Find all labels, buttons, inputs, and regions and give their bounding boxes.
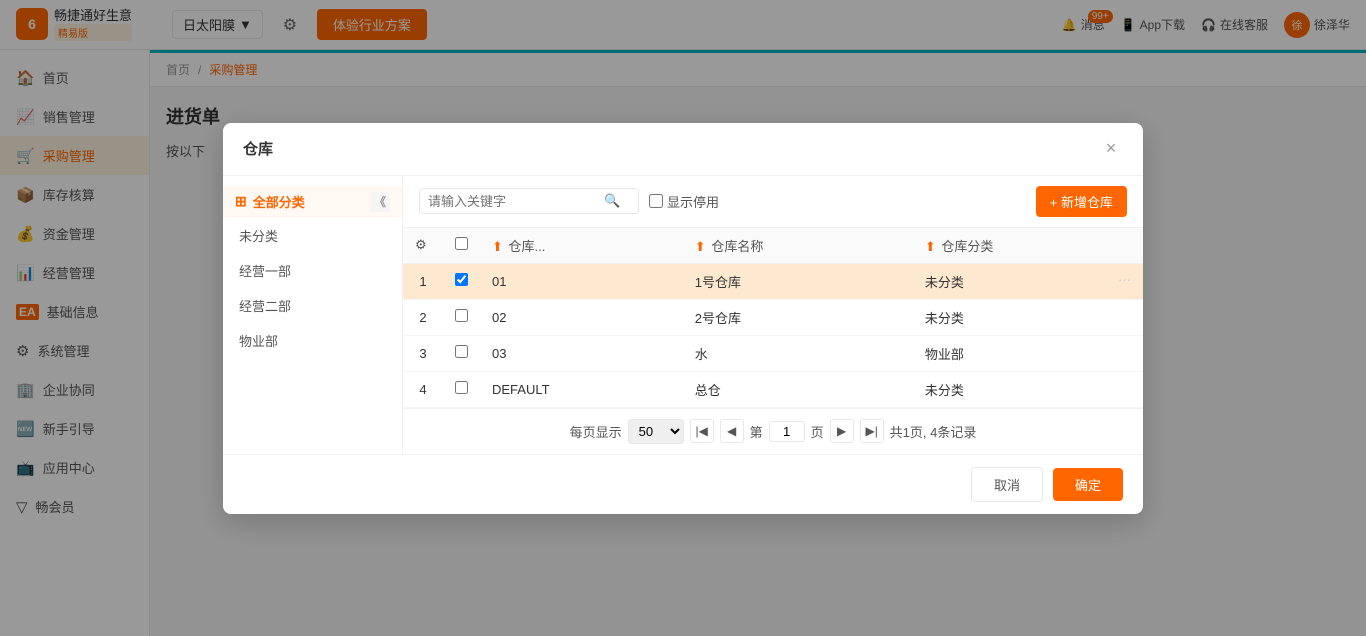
col-header-settings: ⚙ — [403, 228, 443, 264]
first-page-button[interactable]: |◀ — [690, 419, 714, 443]
search-box: 🔍 — [419, 188, 639, 214]
category-item-dept2[interactable]: 经营二部 — [223, 288, 402, 323]
row-category: 未分类 — [913, 371, 1143, 407]
sort-icon: ⬆ — [925, 239, 936, 254]
row-checkbox-cell — [443, 335, 480, 371]
show-disabled-checkbox[interactable] — [649, 194, 663, 208]
row-num: 2 — [403, 299, 443, 335]
add-warehouse-button[interactable]: + 新增仓库 — [1036, 186, 1127, 217]
page-number-input[interactable] — [769, 421, 805, 442]
warehouse-modal: 仓库 × ⊞ 全部分类 《 未分类 经营一部 经营二部 — [223, 123, 1143, 514]
prev-page-button[interactable]: ◀ — [720, 419, 744, 443]
row-code: 01 — [480, 263, 683, 299]
modal-title: 仓库 — [243, 138, 273, 159]
row-name: 2号仓库 — [683, 299, 913, 335]
row-category: 未分类 — [913, 299, 1143, 335]
sort-icon: ⬆ — [695, 239, 706, 254]
category-item-label: 物业部 — [239, 334, 278, 349]
row-name: 1号仓库 — [683, 263, 913, 299]
modal-content-area: 🔍 显示停用 + 新增仓库 ⚙ — [403, 176, 1143, 454]
row-num: 1 — [403, 263, 443, 299]
col-header-code: ⬆ 仓库... — [480, 228, 683, 264]
col-header-checkbox — [443, 228, 480, 264]
search-input[interactable] — [428, 194, 598, 209]
modal-body: ⊞ 全部分类 《 未分类 经营一部 经营二部 物业部 — [223, 176, 1143, 454]
category-all[interactable]: ⊞ 全部分类 《 — [223, 186, 402, 218]
category-item-property[interactable]: 物业部 — [223, 323, 402, 358]
row-checkbox-cell — [443, 371, 480, 407]
last-page-button[interactable]: ▶| — [860, 419, 884, 443]
category-item-label: 经营二部 — [239, 299, 291, 314]
row-checkbox[interactable] — [455, 381, 468, 394]
select-all-checkbox[interactable] — [455, 237, 468, 250]
row-checkbox[interactable] — [455, 273, 468, 286]
page-label-pre: 第 — [750, 422, 763, 441]
per-page-label: 每页显示 — [570, 422, 622, 441]
modal-header: 仓库 × — [223, 123, 1143, 176]
search-icon[interactable]: 🔍 — [604, 193, 620, 209]
modal-overlay: 仓库 × ⊞ 全部分类 《 未分类 经营一部 经营二部 — [0, 0, 1366, 636]
grid-icon: ⊞ — [235, 193, 247, 210]
row-checkbox-cell — [443, 299, 480, 335]
row-category: 未分类··· — [913, 263, 1143, 299]
modal-close-button[interactable]: × — [1099, 137, 1123, 161]
warehouse-table-container: ⚙ ⬆ 仓库... ⬆ 仓库名称 — [403, 228, 1143, 408]
total-label: 共1页, 4条记录 — [890, 422, 977, 441]
row-code: DEFAULT — [480, 371, 683, 407]
row-actions-icon[interactable]: ··· — [1118, 272, 1131, 287]
col-header-category: ⬆ 仓库分类 — [913, 228, 1143, 264]
row-num: 4 — [403, 371, 443, 407]
table-row[interactable]: 1 01 1号仓库 未分类··· — [403, 263, 1143, 299]
row-num: 3 — [403, 335, 443, 371]
category-sidebar: ⊞ 全部分类 《 未分类 经营一部 经营二部 物业部 — [223, 176, 403, 454]
row-code: 03 — [480, 335, 683, 371]
sort-icon: ⬆ — [492, 239, 503, 254]
row-code: 02 — [480, 299, 683, 335]
row-checkbox[interactable] — [455, 345, 468, 358]
category-item-unclassified[interactable]: 未分类 — [223, 218, 402, 253]
table-row[interactable]: 2 02 2号仓库 未分类 — [403, 299, 1143, 335]
table-row[interactable]: 4 DEFAULT 总仓 未分类 — [403, 371, 1143, 407]
category-item-dept1[interactable]: 经营一部 — [223, 253, 402, 288]
row-checkbox-cell — [443, 263, 480, 299]
col-header-name: ⬆ 仓库名称 — [683, 228, 913, 264]
row-name: 总仓 — [683, 371, 913, 407]
modal-toolbar: 🔍 显示停用 + 新增仓库 — [403, 176, 1143, 228]
pagination: 每页显示 50 100 |◀ ◀ 第 页 ▶ ▶| 共1页, 4条记录 — [403, 408, 1143, 454]
show-disabled-text: 显示停用 — [667, 192, 719, 211]
row-name: 水 — [683, 335, 913, 371]
warehouse-table: ⚙ ⬆ 仓库... ⬆ 仓库名称 — [403, 228, 1143, 408]
row-category: 物业部 — [913, 335, 1143, 371]
cancel-button[interactable]: 取消 — [971, 467, 1043, 502]
next-page-button[interactable]: ▶ — [830, 419, 854, 443]
category-all-label: 全部分类 — [253, 192, 305, 211]
per-page-select[interactable]: 50 100 — [628, 419, 684, 444]
confirm-button[interactable]: 确定 — [1053, 468, 1123, 501]
category-item-label: 未分类 — [239, 229, 278, 244]
row-checkbox[interactable] — [455, 309, 468, 322]
table-row[interactable]: 3 03 水 物业部 — [403, 335, 1143, 371]
collapse-button[interactable]: 《 — [370, 192, 390, 212]
page-label: 页 — [811, 422, 824, 441]
category-item-label: 经营一部 — [239, 264, 291, 279]
show-disabled-label: 显示停用 — [649, 192, 719, 211]
modal-footer: 取消 确定 — [223, 454, 1143, 514]
